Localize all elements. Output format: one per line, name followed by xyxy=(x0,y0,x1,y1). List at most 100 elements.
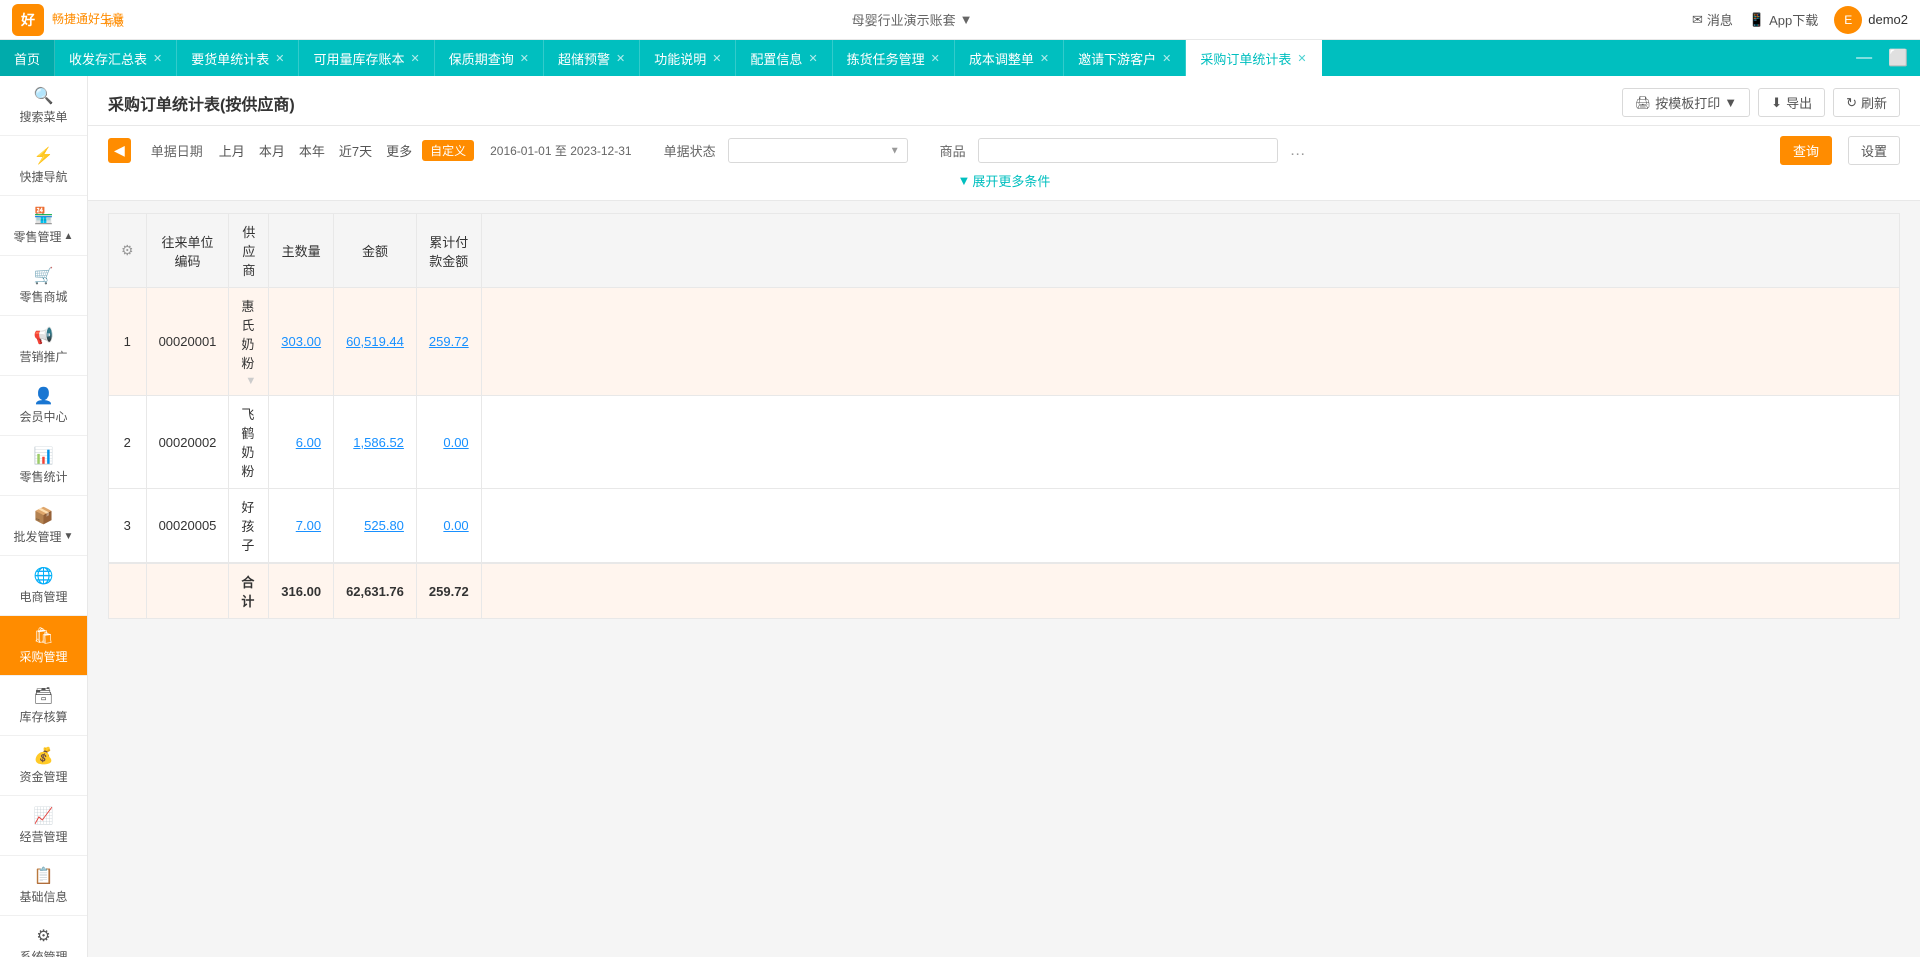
user-area[interactable]: E demo2 xyxy=(1834,6,1908,34)
sidebar-item-marketing[interactable]: 📢 营销推广 xyxy=(0,316,87,376)
sidebar-item-member[interactable]: 👤 会员中心 xyxy=(0,376,87,436)
window-maximize-btn[interactable]: ⬜ xyxy=(1884,46,1912,70)
tab-10[interactable]: 邀请下游客户 ✕ xyxy=(1064,40,1186,76)
nav-window-actions: — ⬜ xyxy=(1844,46,1920,70)
tab-7[interactable]: 配置信息 ✕ xyxy=(736,40,832,76)
tab-3-close[interactable]: ✕ xyxy=(411,52,420,65)
print-btn[interactable]: 🖨 按模板打印 ▼ xyxy=(1622,88,1750,117)
supplier-expand-icon-1[interactable]: ▼ xyxy=(245,375,256,387)
tab-6-close[interactable]: ✕ xyxy=(712,52,721,65)
workspace-selector[interactable]: 母婴行业演示账套 ▼ xyxy=(852,10,973,29)
sidebar-item-inventory[interactable]: 🗃 库存核算 xyxy=(0,676,87,736)
status-filter-label: 单据状态 xyxy=(664,141,716,160)
date-this-year[interactable]: 本年 xyxy=(295,139,329,162)
content-area: 采购订单统计表(按供应商) 🖨 按模板打印 ▼ ⬇ 导出 ↻ 刷新 xyxy=(88,76,1920,957)
export-btn[interactable]: ⬇ 导出 xyxy=(1758,88,1825,117)
tab-11[interactable]: 采购订单统计表 ✕ xyxy=(1186,40,1321,76)
tab-5[interactable]: 超储预警 ✕ xyxy=(544,40,640,76)
tab-10-close[interactable]: ✕ xyxy=(1162,52,1171,65)
tab-2[interactable]: 要货单统计表 ✕ xyxy=(177,40,299,76)
row-2-amount[interactable]: 1,586.52 xyxy=(334,396,417,489)
tab-7-close[interactable]: ✕ xyxy=(808,52,817,65)
date-last-month[interactable]: 上月 xyxy=(215,139,249,162)
row-2-paid[interactable]: 0.00 xyxy=(416,396,481,489)
row-2-qty[interactable]: 6.00 xyxy=(269,396,334,489)
tab-11-label: 采购订单统计表 xyxy=(1200,49,1291,68)
sidebar-item-retailstat[interactable]: 📊 零售统计 xyxy=(0,436,87,496)
query-label: 查询 xyxy=(1793,141,1819,160)
date-range-display: 2016-01-01 至 2023-12-31 xyxy=(490,142,631,159)
sidebar-item-retail[interactable]: 🏪 零售管理 ▲ xyxy=(0,196,87,256)
tab-6[interactable]: 功能说明 ✕ xyxy=(640,40,736,76)
date-this-month[interactable]: 本月 xyxy=(255,139,289,162)
row-1-qty[interactable]: 303.00 xyxy=(269,288,334,396)
tab-9[interactable]: 成本调整单 ✕ xyxy=(955,40,1064,76)
export-label: 导出 xyxy=(1786,93,1812,112)
date-from: 2016-01-01 xyxy=(490,144,551,158)
tab-8[interactable]: 拣货任务管理 ✕ xyxy=(833,40,955,76)
sidebar-item-finance[interactable]: 💰 资金管理 xyxy=(0,736,87,796)
member-icon: 👤 xyxy=(4,386,83,406)
row-2-no: 2 xyxy=(109,396,147,489)
nav-tabs-bar: 首页 收发存汇总表 ✕ 要货单统计表 ✕ 可用量库存账本 ✕ 保质期查询 ✕ 超… xyxy=(0,40,1920,76)
date-more[interactable]: 更多 xyxy=(382,139,416,162)
sidebar: 🔍 搜索菜单 ⚡ 快捷导航 🏪 零售管理 ▲ 🛒 零售商城 📢 营销推广 👤 会… xyxy=(0,76,88,957)
gear-icon[interactable]: ⚙ xyxy=(121,242,134,258)
sidebar-item-basicinfo[interactable]: 📋 基础信息 xyxy=(0,856,87,916)
sidebar-item-search[interactable]: 🔍 搜索菜单 xyxy=(0,76,87,136)
sidebar-ecommerce-label: 电商管理 xyxy=(4,588,83,605)
tab-home[interactable]: 首页 xyxy=(0,40,55,76)
header-actions: 🖨 按模板打印 ▼ ⬇ 导出 ↻ 刷新 xyxy=(1622,88,1900,117)
window-minimize-btn[interactable]: — xyxy=(1852,47,1876,69)
table-row: 1 00020001 惠氏奶粉▼ 303.00 60,519.44 259.72 xyxy=(109,288,1900,396)
tab-home-label: 首页 xyxy=(14,49,40,68)
status-select[interactable] xyxy=(728,138,908,163)
row-3-no: 3 xyxy=(109,489,147,564)
app-download-btn[interactable]: 📱 App下载 xyxy=(1749,10,1818,29)
sidebar-item-ecommerce[interactable]: 🌐 电商管理 xyxy=(0,556,87,616)
row-1-paid[interactable]: 259.72 xyxy=(416,288,481,396)
query-btn[interactable]: 查询 xyxy=(1780,136,1832,165)
store-icon: 🛒 xyxy=(4,266,83,286)
row-3-qty[interactable]: 7.00 xyxy=(269,489,334,564)
goods-more-icon[interactable]: … xyxy=(1290,142,1306,160)
row-1-amount[interactable]: 60,519.44 xyxy=(334,288,417,396)
sidebar-item-system[interactable]: ⚙ 系统管理 xyxy=(0,916,87,957)
sidebar-item-purchase[interactable]: 🛍 采购管理 xyxy=(0,616,87,676)
finance-icon: 💰 xyxy=(4,746,83,766)
tab-9-close[interactable]: ✕ xyxy=(1040,52,1049,65)
sidebar-retailstat-label: 零售统计 xyxy=(4,468,83,485)
date-7days[interactable]: 近7天 xyxy=(335,139,376,162)
row-3-amount[interactable]: 525.80 xyxy=(334,489,417,564)
marketing-icon: 📢 xyxy=(4,326,83,346)
tab-5-label: 超储预警 xyxy=(558,49,610,68)
tab-11-close[interactable]: ✕ xyxy=(1297,52,1306,65)
sidebar-item-wholesale[interactable]: 📦 批发管理 ▼ xyxy=(0,496,87,556)
expand-more-btn[interactable]: ▼ 展开更多条件 xyxy=(958,171,1051,190)
th-qty: 主数量 xyxy=(269,214,334,288)
date-custom-tag[interactable]: 自定义 xyxy=(422,140,474,161)
goods-input[interactable] xyxy=(978,138,1278,163)
tab-4[interactable]: 保质期查询 ✕ xyxy=(435,40,544,76)
tab-4-close[interactable]: ✕ xyxy=(520,52,529,65)
sidebar-item-nav[interactable]: ⚡ 快捷导航 xyxy=(0,136,87,196)
tab-2-close[interactable]: ✕ xyxy=(275,52,284,65)
message-btn[interactable]: ✉ 消息 xyxy=(1692,10,1733,29)
sidebar-item-store[interactable]: 🛒 零售商城 xyxy=(0,256,87,316)
tab-1-close[interactable]: ✕ xyxy=(153,52,162,65)
refresh-btn[interactable]: ↻ 刷新 xyxy=(1833,88,1900,117)
settings-btn[interactable]: 设置 xyxy=(1848,136,1900,165)
tab-5-close[interactable]: ✕ xyxy=(616,52,625,65)
expand-row: ▼ 展开更多条件 xyxy=(108,171,1900,190)
tab-8-close[interactable]: ✕ xyxy=(931,52,940,65)
row-3-paid[interactable]: 0.00 xyxy=(416,489,481,564)
sidebar-member-label: 会员中心 xyxy=(4,408,83,425)
filter-area: ◀ 单据日期 上月 本月 本年 近7天 更多 自定义 2016-01-01 至 … xyxy=(88,126,1920,201)
logo-icon: 好 xyxy=(12,4,44,36)
tab-1[interactable]: 收发存汇总表 ✕ xyxy=(55,40,177,76)
sidebar-system-label: 系统管理 xyxy=(4,948,83,957)
tab-3[interactable]: 可用量库存账本 ✕ xyxy=(299,40,434,76)
th-gear: ⚙ xyxy=(109,214,147,288)
collapse-filter-btn[interactable]: ◀ xyxy=(108,138,131,163)
sidebar-item-operations[interactable]: 📈 经营管理 xyxy=(0,796,87,856)
